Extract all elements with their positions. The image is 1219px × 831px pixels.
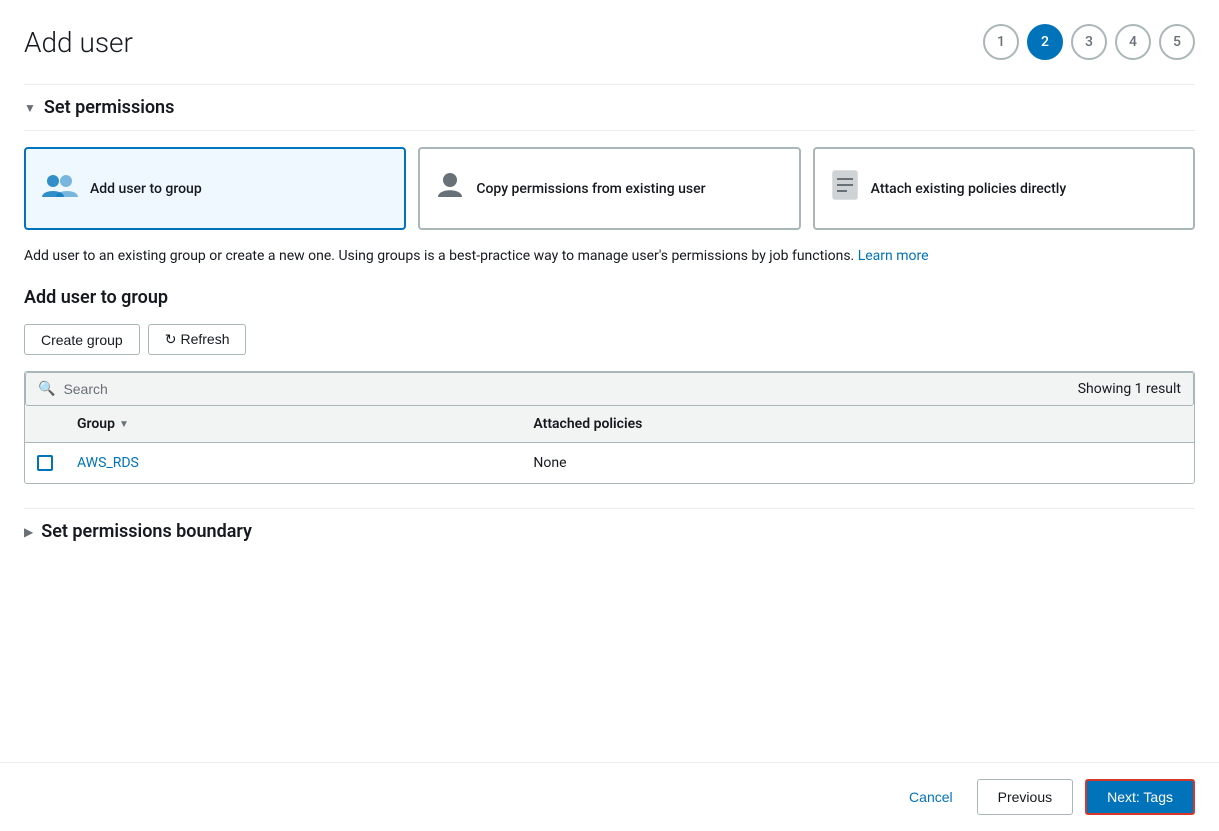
page-title: Add user <box>24 26 133 59</box>
info-text: Add user to an existing group or create … <box>24 246 1195 267</box>
group-table-wrapper: 🔍 Showing 1 result Group ▼ Attached poli… <box>24 371 1195 484</box>
refresh-button[interactable]: ↻Refresh <box>148 324 247 355</box>
previous-button[interactable]: Previous <box>977 779 1073 815</box>
document-icon <box>831 169 859 208</box>
learn-more-link[interactable]: Learn more <box>858 248 929 264</box>
next-button[interactable]: Next: Tags <box>1085 779 1195 815</box>
step-2[interactable]: 2 <box>1027 24 1063 60</box>
chevron-right-icon: ▶ <box>24 525 33 539</box>
cancel-button[interactable]: Cancel <box>897 779 965 815</box>
copy-permissions-card[interactable]: Copy permissions from existing user <box>418 147 800 230</box>
search-icon: 🔍 <box>38 381 55 397</box>
refresh-icon: ↻ <box>165 331 177 348</box>
create-group-button[interactable]: Create group <box>24 324 140 355</box>
step-navigation: 1 2 3 4 5 <box>983 24 1195 60</box>
footer-actions: Cancel Previous Next: Tags <box>0 762 1219 831</box>
group-cell[interactable]: AWS_RDS <box>65 443 521 483</box>
step-3[interactable]: 3 <box>1071 24 1107 60</box>
attach-policies-card[interactable]: Attach existing policies directly <box>813 147 1195 230</box>
page-header: Add user 1 2 3 4 5 <box>24 24 1195 60</box>
set-permissions-boundary-title: Set permissions boundary <box>41 521 252 542</box>
add-user-to-group-title: Add user to group <box>24 287 1195 308</box>
actions-row: Create group ↻Refresh <box>24 324 1195 355</box>
chevron-down-icon: ▼ <box>24 101 36 115</box>
set-permissions-boundary-header[interactable]: ▶ Set permissions boundary <box>24 508 1195 554</box>
group-users-icon <box>42 171 78 206</box>
group-column-header[interactable]: Group ▼ <box>65 406 521 442</box>
sort-icon: ▼ <box>119 419 129 430</box>
set-permissions-title: Set permissions <box>44 97 174 118</box>
policies-column-header: Attached policies <box>521 406 1194 442</box>
permission-options: Add user to group Copy permissions from … <box>24 147 1195 230</box>
search-bar: 🔍 Showing 1 result <box>25 372 1194 406</box>
header-check-col <box>25 414 65 434</box>
step-1[interactable]: 1 <box>983 24 1019 60</box>
single-user-icon <box>436 171 464 206</box>
table-header-row: Group ▼ Attached policies <box>25 406 1194 443</box>
add-user-to-group-card[interactable]: Add user to group <box>24 147 406 230</box>
row-checkbox-col[interactable] <box>25 443 65 483</box>
policies-cell: None <box>521 443 1194 483</box>
group-link[interactable]: AWS_RDS <box>77 455 139 471</box>
attach-policies-label: Attach existing policies directly <box>871 181 1067 197</box>
add-user-to-group-label: Add user to group <box>90 181 202 197</box>
set-permissions-section-header[interactable]: ▼ Set permissions <box>24 84 1195 131</box>
row-checkbox[interactable] <box>37 455 53 471</box>
showing-result-text: Showing 1 result <box>1078 381 1181 397</box>
search-input[interactable] <box>63 381 363 397</box>
step-5[interactable]: 5 <box>1159 24 1195 60</box>
copy-permissions-label: Copy permissions from existing user <box>476 181 705 197</box>
step-4[interactable]: 4 <box>1115 24 1151 60</box>
table-row: AWS_RDS None <box>25 443 1194 483</box>
